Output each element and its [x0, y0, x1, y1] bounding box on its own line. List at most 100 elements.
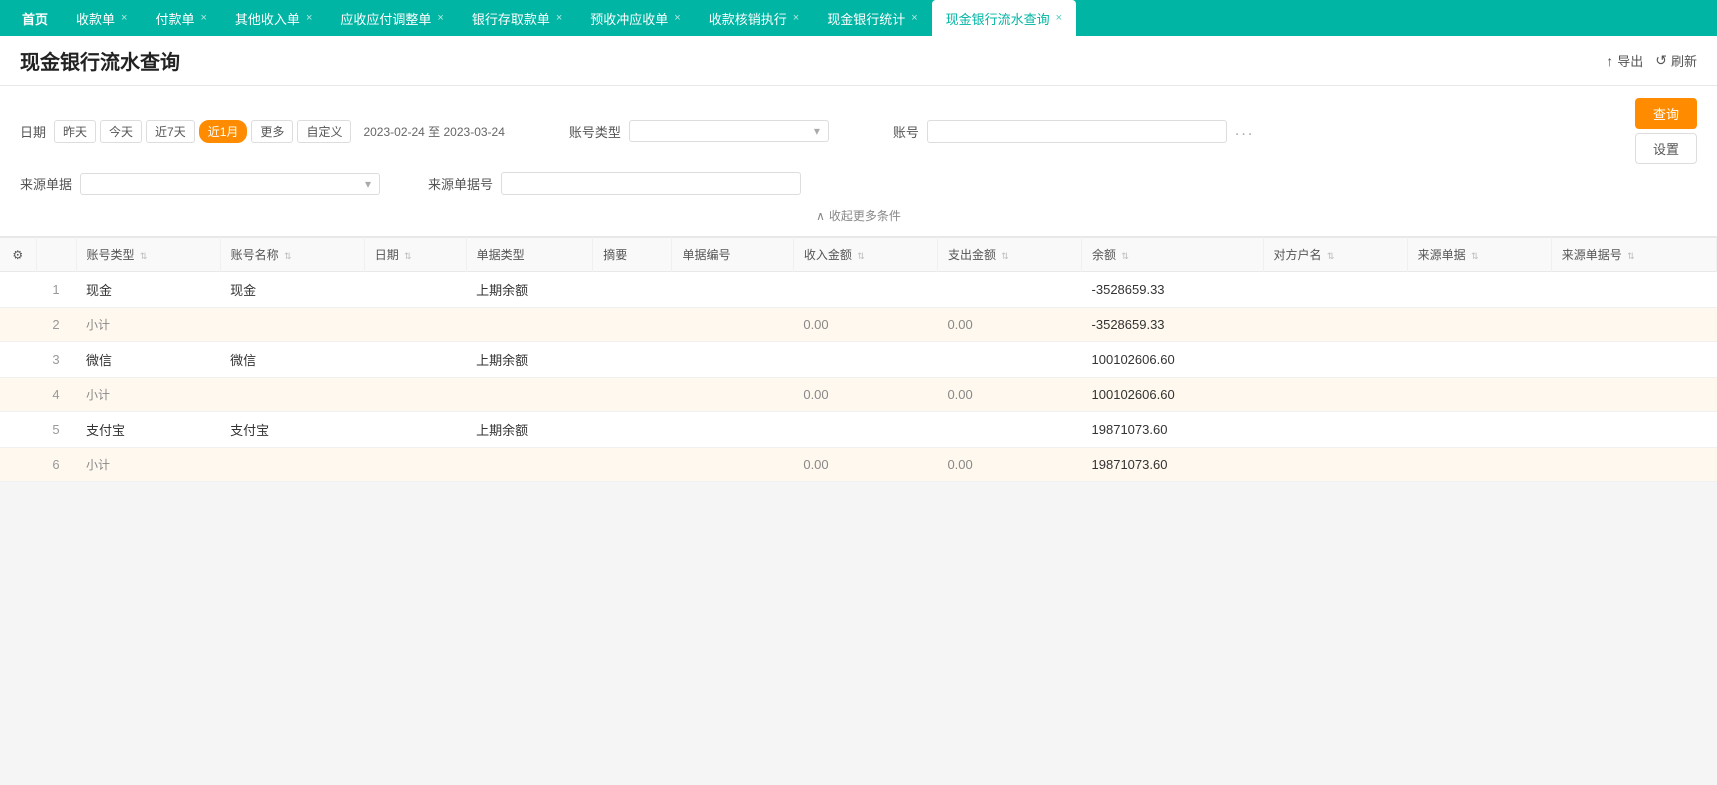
date-range-display: 2023-02-24 至 2023-03-24: [363, 123, 504, 140]
query-button[interactable]: 查询: [1635, 98, 1697, 129]
sort-icon: ⇅: [404, 251, 412, 261]
close-icon[interactable]: ×: [556, 12, 562, 24]
date-btn-today[interactable]: 今天: [100, 120, 142, 143]
nav-item-advance[interactable]: 预收冲应收单 ×: [576, 0, 694, 36]
filter-row-1: 日期 昨天 今天 近7天 近1月 更多 自定义 2023-02-24 至 202…: [20, 98, 1697, 164]
account-type-filter-group: 账号类型 ▾: [569, 120, 829, 142]
settings-button[interactable]: 设置: [1635, 133, 1697, 164]
sort-icon: ⇅: [857, 251, 865, 261]
th-expense[interactable]: 支出金额 ⇅: [937, 238, 1081, 272]
refresh-icon: ↺: [1655, 52, 1667, 69]
source-doc-no-input[interactable]: [501, 172, 801, 195]
th-index: [36, 238, 76, 272]
nav-item-cash-stat[interactable]: 现金银行统计 ×: [813, 0, 931, 36]
th-date-label: 日期: [375, 248, 399, 262]
export-button[interactable]: ↑ 导出: [1606, 51, 1643, 70]
th-income-label: 收入金额: [804, 248, 852, 262]
nav-item-ap-ar[interactable]: 应收应付调整单 ×: [326, 0, 457, 36]
th-doc-no: 单据编号: [672, 238, 793, 272]
th-source-doc-no[interactable]: 来源单据号 ⇅: [1551, 238, 1716, 272]
table-row[interactable]: 3微信微信上期余额100102606.60: [0, 342, 1717, 378]
th-account-name[interactable]: 账号名称 ⇅: [220, 238, 364, 272]
close-icon[interactable]: ×: [437, 12, 443, 24]
date-label: 日期: [20, 122, 46, 141]
nav-label-collection: 收款核销执行: [709, 9, 787, 28]
date-btn-more[interactable]: 更多: [251, 120, 293, 143]
account-type-select[interactable]: ▾: [629, 120, 829, 142]
refresh-button[interactable]: ↺ 刷新: [1655, 51, 1697, 70]
nav-label-payment: 付款单: [155, 9, 194, 28]
nav-label-receipt: 收款单: [76, 9, 115, 28]
nav-item-receipt[interactable]: 收款单 ×: [62, 0, 141, 36]
date-btn-7days[interactable]: 近7天: [146, 120, 195, 143]
th-balance-label: 余额: [1092, 248, 1116, 262]
date-btn-yesterday[interactable]: 昨天: [54, 120, 96, 143]
date-btn-custom[interactable]: 自定义: [297, 120, 351, 143]
th-date[interactable]: 日期 ⇅: [364, 238, 466, 272]
nav-label-home: 首页: [22, 9, 48, 28]
date-btn-1month[interactable]: 近1月: [199, 120, 248, 143]
th-counterpart[interactable]: 对方户名 ⇅: [1263, 238, 1407, 272]
sort-icon: ⇅: [1471, 251, 1479, 261]
action-buttons: 查询 设置: [1635, 98, 1697, 164]
gear-icon: ⚙: [12, 248, 23, 262]
nav-item-cash-flow[interactable]: 现金银行流水查询 ×: [932, 0, 1076, 36]
close-icon[interactable]: ×: [1056, 12, 1062, 24]
header-actions: ↑ 导出 ↺ 刷新: [1606, 51, 1697, 70]
nav-item-bank-deposit[interactable]: 银行存取款单 ×: [458, 0, 576, 36]
th-doc-no-label: 单据编号: [682, 248, 730, 262]
sort-icon: ⇅: [284, 251, 292, 261]
th-account-type[interactable]: 账号类型 ⇅: [76, 238, 220, 272]
nav-label-cash-flow: 现金银行流水查询: [946, 9, 1050, 28]
close-icon[interactable]: ×: [306, 12, 312, 24]
table-area: ⚙ 账号类型 ⇅ 账号名称 ⇅ 日期 ⇅ 单据类型: [0, 237, 1717, 482]
sort-icon: ⇅: [1121, 251, 1129, 261]
collapse-bar[interactable]: ∧ 收起更多条件: [20, 203, 1697, 228]
nav-item-payment[interactable]: 付款单 ×: [141, 0, 220, 36]
th-counterpart-label: 对方户名: [1274, 248, 1322, 262]
th-summary-label: 摘要: [603, 248, 627, 262]
date-filter-group: 日期 昨天 今天 近7天 近1月 更多 自定义 2023-02-24 至 202…: [20, 120, 505, 143]
th-balance[interactable]: 余额 ⇅: [1082, 238, 1263, 272]
account-input[interactable]: [927, 120, 1227, 143]
table-row[interactable]: 4小计0.000.00100102606.60: [0, 378, 1717, 412]
close-icon[interactable]: ×: [793, 12, 799, 24]
nav-item-home[interactable]: 首页: [8, 0, 62, 36]
chevron-down-icon: ▾: [814, 124, 820, 138]
table-body: 1现金现金上期余额-3528659.332小计0.000.00-3528659.…: [0, 272, 1717, 482]
nav-label-ap-ar: 应收应付调整单: [340, 9, 431, 28]
nav-item-collection[interactable]: 收款核销执行 ×: [695, 0, 813, 36]
account-label: 账号: [893, 122, 919, 141]
table-row[interactable]: 5支付宝支付宝上期余额19871073.60: [0, 412, 1717, 448]
source-doc-filter-group: 来源单据 ▾: [20, 173, 380, 195]
th-doc-type: 单据类型: [466, 238, 593, 272]
account-dots[interactable]: ...: [1235, 122, 1254, 140]
th-source-doc-label: 来源单据: [1418, 248, 1466, 262]
nav-label-other-income: 其他收入单: [235, 9, 300, 28]
refresh-label: 刷新: [1671, 51, 1697, 70]
source-doc-select[interactable]: ▾: [80, 173, 380, 195]
nav-item-other-income[interactable]: 其他收入单 ×: [221, 0, 326, 36]
th-doc-type-label: 单据类型: [477, 248, 525, 262]
filter-row-2: 来源单据 ▾ 来源单据号: [20, 172, 1697, 195]
source-doc-no-filter-group: 来源单据号: [428, 172, 801, 195]
page-header: 现金银行流水查询 ↑ 导出 ↺ 刷新: [0, 36, 1717, 86]
filter-area: 日期 昨天 今天 近7天 近1月 更多 自定义 2023-02-24 至 202…: [0, 86, 1717, 237]
th-expense-label: 支出金额: [948, 248, 996, 262]
sort-icon: ⇅: [140, 251, 148, 261]
close-icon[interactable]: ×: [674, 12, 680, 24]
export-icon: ↑: [1606, 53, 1613, 69]
close-icon[interactable]: ×: [200, 12, 206, 24]
th-source-doc[interactable]: 来源单据 ⇅: [1407, 238, 1551, 272]
nav-label-cash-stat: 现金银行统计: [827, 9, 905, 28]
close-icon[interactable]: ×: [121, 12, 127, 24]
table-row[interactable]: 1现金现金上期余额-3528659.33: [0, 272, 1717, 308]
th-gear[interactable]: ⚙: [0, 238, 36, 272]
th-account-type-label: 账号类型: [87, 248, 135, 262]
close-icon[interactable]: ×: [911, 12, 917, 24]
data-table: ⚙ 账号类型 ⇅ 账号名称 ⇅ 日期 ⇅ 单据类型: [0, 237, 1717, 482]
table-row[interactable]: 2小计0.000.00-3528659.33: [0, 308, 1717, 342]
table-row[interactable]: 6小计0.000.0019871073.60: [0, 448, 1717, 482]
export-label: 导出: [1617, 51, 1643, 70]
th-income[interactable]: 收入金额 ⇅: [793, 238, 937, 272]
